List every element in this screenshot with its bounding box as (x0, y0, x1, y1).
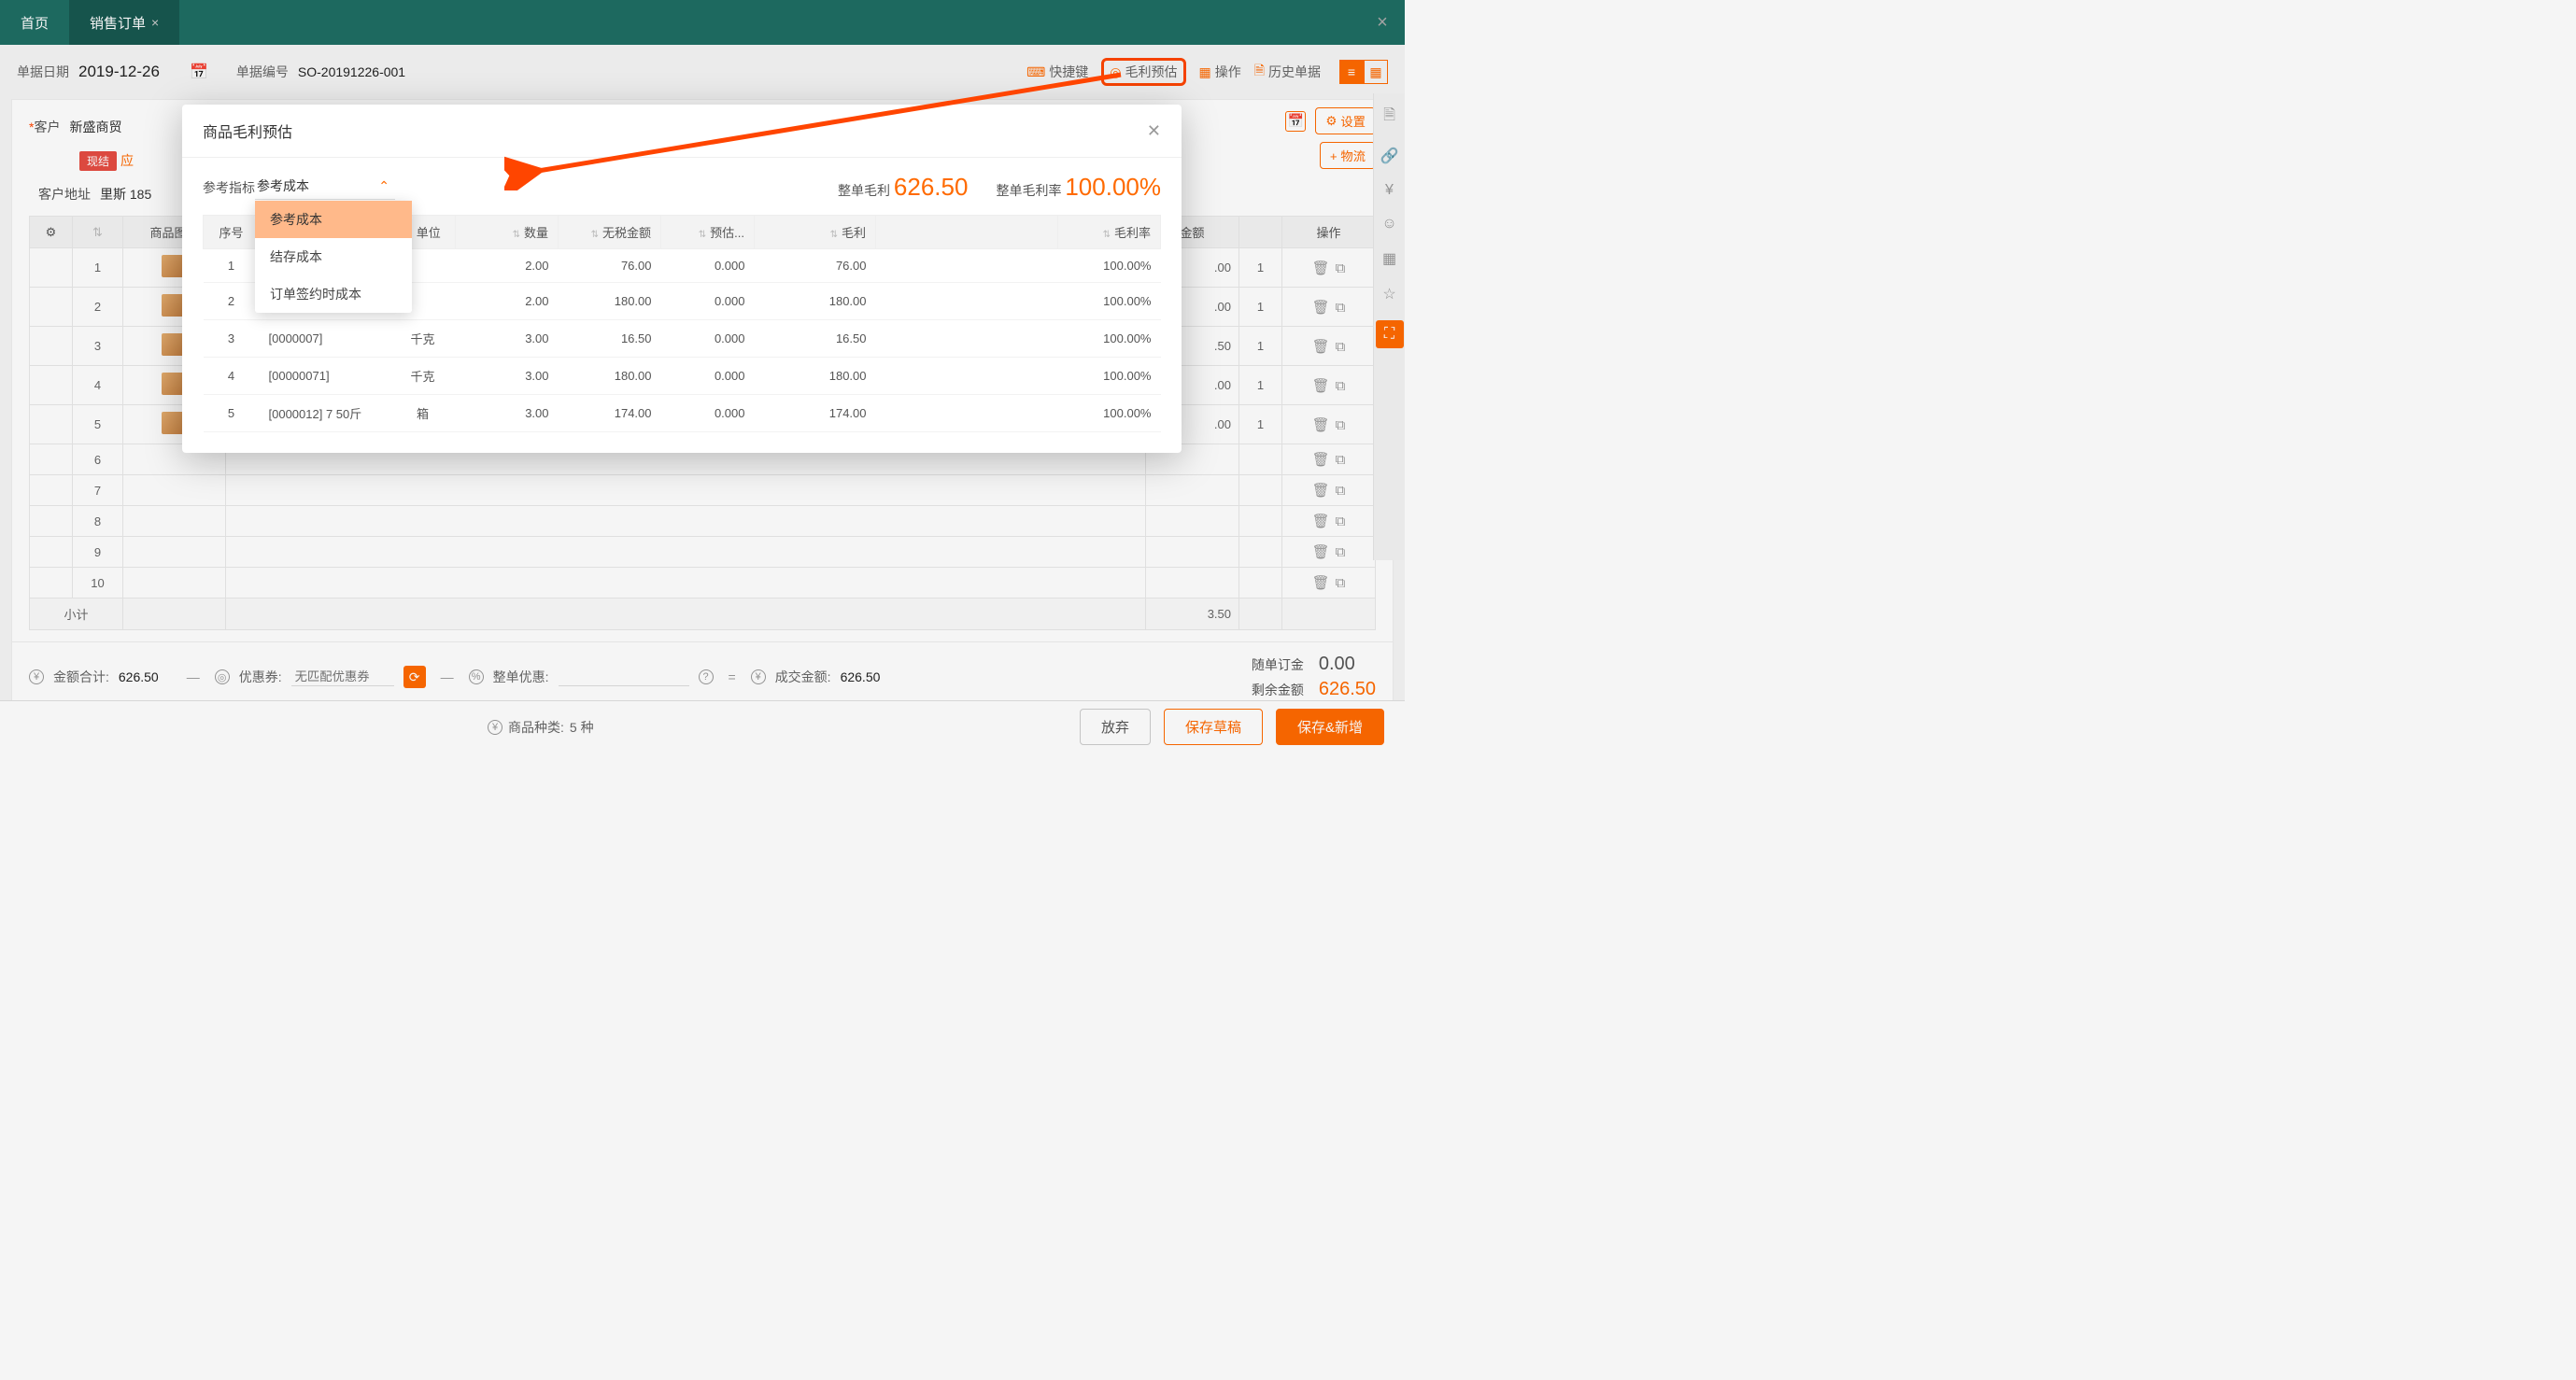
col-rate: 毛利率 (1114, 226, 1151, 240)
col-amount: 无税金额 (602, 226, 651, 240)
table-row: 5[0000012] 7 50斤箱3.00174.000.000174.0010… (204, 395, 1161, 432)
sort-icon[interactable]: ⇅ (1103, 232, 1111, 239)
col-qty: 数量 (524, 226, 548, 240)
sort-icon[interactable]: ⇅ (830, 232, 838, 239)
reference-dropdown: 参考成本 结存成本 订单签约时成本 (255, 201, 412, 313)
total-profit-label: 整单毛利 (838, 183, 890, 198)
sort-icon[interactable]: ⇅ (513, 232, 520, 239)
total-profit-value: 626.50 (894, 173, 969, 201)
profit-modal: 商品毛利预估 ✕ 参考指标 参考成本 ⌃ 参考成本 结存成本 订单签约时成本 整… (182, 105, 1182, 453)
sort-icon[interactable]: ⇅ (699, 232, 706, 239)
option-reference-cost[interactable]: 参考成本 (255, 201, 412, 238)
total-rate-label: 整单毛利率 (996, 183, 1061, 198)
col-estimate: 预估... (710, 226, 744, 240)
table-row: 4[00000071]千克3.00180.000.000180.00100.00… (204, 358, 1161, 395)
col-profit: 毛利 (842, 226, 866, 240)
sort-icon[interactable]: ⇅ (591, 232, 599, 239)
table-row: 3[0000007]千克3.0016.500.00016.50100.00% (204, 320, 1161, 358)
modal-title: 商品毛利预估 (203, 120, 292, 142)
reference-select[interactable]: 参考成本 ⌃ 参考成本 结存成本 订单签约时成本 (255, 175, 395, 200)
option-balance-cost[interactable]: 结存成本 (255, 238, 412, 275)
reference-value: 参考成本 (257, 176, 309, 195)
total-rate-value: 100.00% (1065, 173, 1161, 201)
reference-label: 参考指标 (203, 178, 255, 197)
chevron-up-icon: ⌃ (378, 178, 389, 194)
close-icon[interactable]: ✕ (1147, 121, 1161, 141)
col-unit: 单位 (417, 226, 441, 240)
col-no: 序号 (204, 216, 260, 249)
option-contract-cost[interactable]: 订单签约时成本 (255, 275, 412, 313)
